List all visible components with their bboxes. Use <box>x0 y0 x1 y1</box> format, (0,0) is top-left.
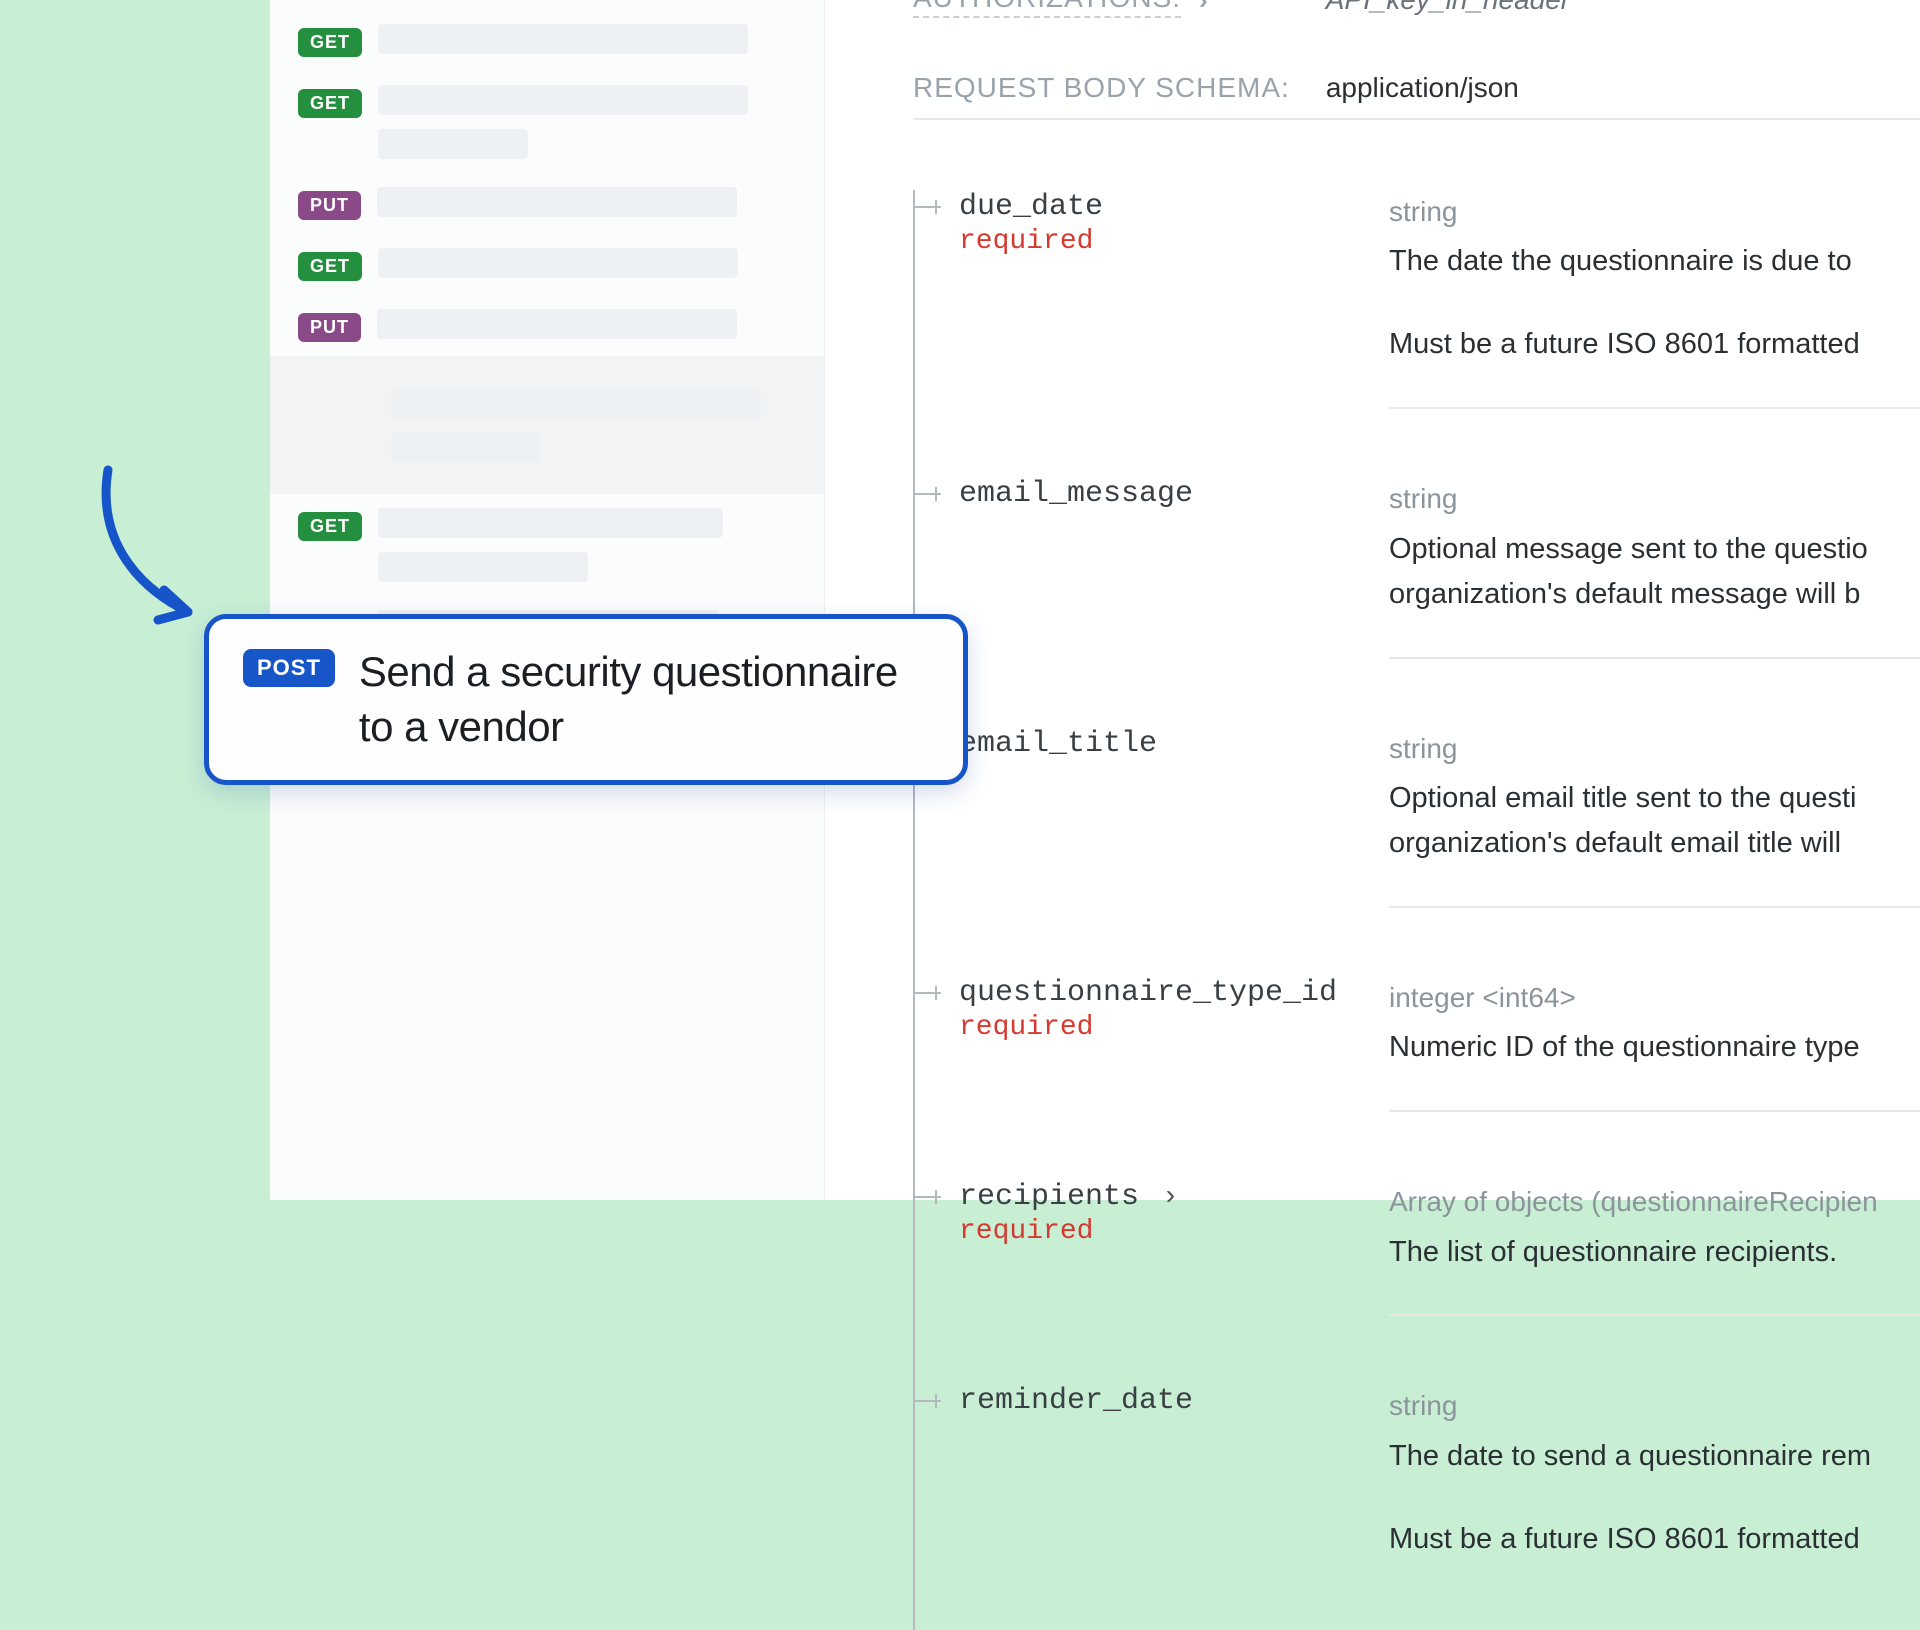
required-label: required <box>959 226 1389 257</box>
field-description: Must be a future ISO 8601 formatted <box>1389 1517 1920 1562</box>
endpoint-placeholder <box>377 187 796 217</box>
field-label-col: recipients › required <box>959 1180 1389 1247</box>
field-desc-col: string Optional message sent to the ques… <box>1389 477 1920 658</box>
schema-field-email-message: email_message string Optional message se… <box>915 477 1920 726</box>
endpoint-placeholder <box>378 85 796 159</box>
callout-arrow-icon <box>78 462 218 642</box>
field-desc-col: string The date the questionnaire is due… <box>1389 190 1920 409</box>
schema-field-email-title: email_title string Optional email title … <box>915 727 1920 976</box>
authorizations-value: API_key_in_header <box>1326 0 1570 16</box>
schema-field-questionnaire-type-id: questionnaire_type_id required integer <… <box>915 976 1920 1180</box>
sidebar-item-selected[interactable]: POST <box>270 356 824 494</box>
field-desc-col: Array of objects (questionnaireRecipien … <box>1389 1180 1920 1316</box>
method-badge-get: GET <box>298 512 362 541</box>
field-desc-col: string Optional email title sent to the … <box>1389 727 1920 908</box>
request-body-schema-label: REQUEST BODY SCHEMA: <box>913 72 1290 104</box>
field-desc-col: string The date to send a questionnaire … <box>1389 1384 1920 1561</box>
field-description: Optional message sent to the questioorga… <box>1389 527 1920 617</box>
field-label-col: email_message <box>959 477 1389 511</box>
field-label-col: due_date required <box>959 190 1389 257</box>
method-badge-get: GET <box>298 28 362 57</box>
schema-field-due-date: due_date required string The date the qu… <box>915 190 1920 477</box>
field-description: The date the questionnaire is due to <box>1389 239 1920 284</box>
sidebar-item[interactable]: GET <box>270 234 824 295</box>
endpoint-placeholder <box>378 248 796 278</box>
type-label: string <box>1389 1384 1920 1427</box>
sidebar-item[interactable]: PUT <box>270 295 824 356</box>
field-name: recipients › <box>959 1180 1389 1214</box>
required-label: required <box>959 1216 1389 1247</box>
type-label: integer <int64> <box>1389 976 1920 1019</box>
field-label-col: email_title <box>959 727 1389 761</box>
field-description: The date to send a questionnaire rem <box>1389 1434 1920 1479</box>
field-label-col: questionnaire_type_id required <box>959 976 1389 1043</box>
method-badge-get: GET <box>298 252 362 281</box>
authorizations-label: AUTHORIZATIONS: <box>913 0 1181 18</box>
sidebar-item[interactable]: GET <box>270 494 824 596</box>
method-badge-post: POST <box>243 649 335 687</box>
schema-tree: due_date required string The date the qu… <box>913 190 1920 1630</box>
endpoint-placeholder <box>377 309 796 339</box>
field-description: The list of questionnaire recipients. <box>1389 1230 1920 1275</box>
field-desc-col: integer <int64> Numeric ID of the questi… <box>1389 976 1920 1112</box>
sidebar-item[interactable]: PUT <box>270 173 824 234</box>
field-name: due_date <box>959 190 1389 224</box>
schema-main: AUTHORIZATIONS: › API_key_in_header REQU… <box>825 0 1920 1200</box>
field-description: Numeric ID of the questionnaire type <box>1389 1025 1920 1070</box>
sidebar-item[interactable]: GET <box>270 71 824 173</box>
field-name: email_message <box>959 477 1389 511</box>
endpoint-callout[interactable]: POST Send a security questionnaire to a … <box>204 614 968 785</box>
field-description: Optional email title sent to the questio… <box>1389 776 1920 866</box>
request-body-schema-row: REQUEST BODY SCHEMA: application/json <box>913 72 1920 120</box>
field-name: reminder_date <box>959 1384 1389 1418</box>
field-label-col: reminder_date <box>959 1384 1389 1418</box>
method-badge-put: PUT <box>298 191 361 220</box>
sidebar-item[interactable]: GET <box>270 10 824 71</box>
endpoint-placeholder <box>378 24 796 54</box>
type-label: string <box>1389 190 1920 233</box>
api-docs-panel: GET GET PUT GET PUT POST GET GET <box>270 0 1920 1200</box>
type-label: string <box>1389 477 1920 520</box>
authorizations-row: AUTHORIZATIONS: › API_key_in_header <box>913 0 1920 32</box>
endpoint-placeholder <box>391 388 796 462</box>
chevron-right-icon[interactable]: › <box>1199 0 1208 16</box>
type-label: string <box>1389 727 1920 770</box>
field-description: Must be a future ISO 8601 formatted <box>1389 322 1920 367</box>
type-label: Array of objects (questionnaireRecipien <box>1389 1180 1920 1223</box>
method-badge-put: PUT <box>298 313 361 342</box>
callout-title: Send a security questionnaire to a vendo… <box>359 645 929 754</box>
field-name: questionnaire_type_id <box>959 976 1389 1010</box>
endpoints-sidebar: GET GET PUT GET PUT POST GET GET <box>270 0 825 1200</box>
chevron-right-icon[interactable]: › <box>1145 1182 1179 1213</box>
schema-field-recipients[interactable]: recipients › required Array of objects (… <box>915 1180 1920 1384</box>
field-name: email_title <box>959 727 1389 761</box>
request-body-schema-value: application/json <box>1326 72 1519 104</box>
schema-field-reminder-date: reminder_date string The date to send a … <box>915 1384 1920 1629</box>
endpoint-placeholder <box>378 508 796 582</box>
method-badge-get: GET <box>298 89 362 118</box>
required-label: required <box>959 1012 1389 1043</box>
